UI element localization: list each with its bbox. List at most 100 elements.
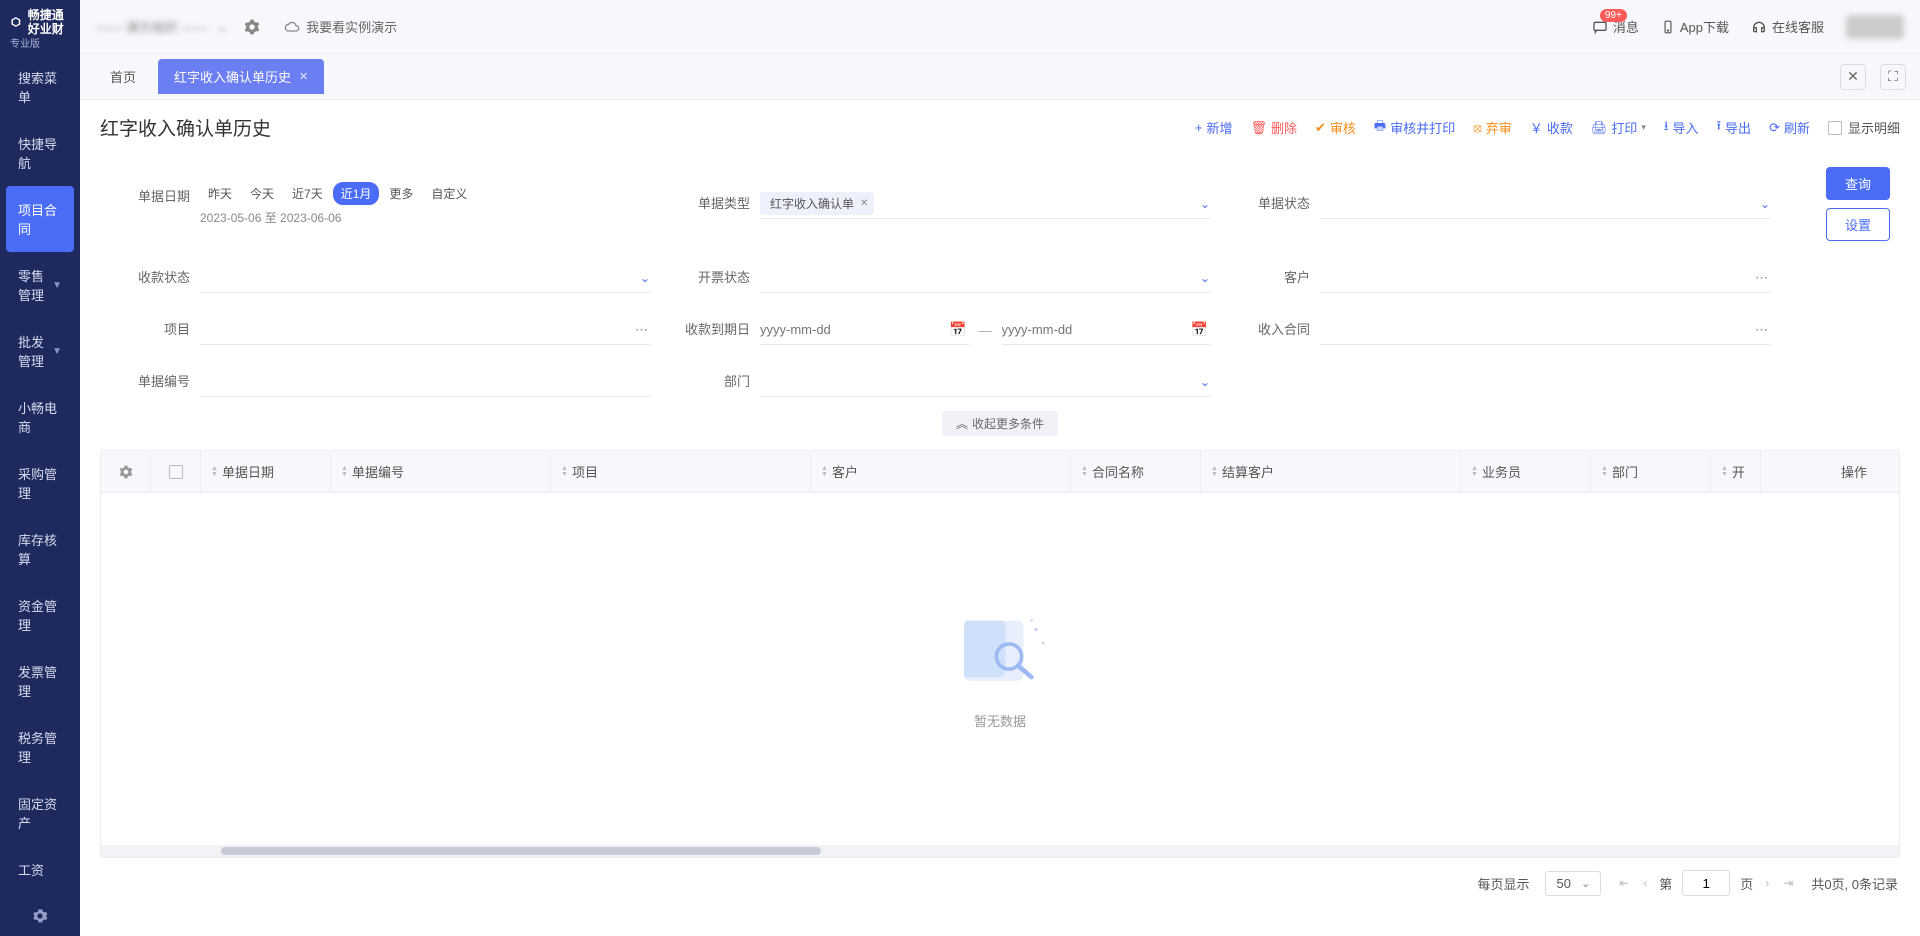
show-detail-checkbox[interactable]: 显示明细 <box>1828 118 1900 137</box>
select-all-checkbox[interactable] <box>151 451 201 492</box>
user-avatar[interactable] <box>1846 15 1904 39</box>
close-all-tabs-button[interactable]: ✕ <box>1840 64 1866 90</box>
table-settings-button[interactable] <box>101 451 151 492</box>
import-button[interactable]: ⭳导入 <box>1664 117 1699 139</box>
side-nav: 搜索菜单快捷导航项目合同零售管理▼批发管理▼小畅电商采购管理库存核算资金管理发票… <box>0 54 80 896</box>
sidebar-item-8[interactable]: 资金管理 <box>0 582 80 648</box>
remove-tag-icon[interactable]: ✕ <box>860 198 868 209</box>
sidebar-item-12[interactable]: 工资 <box>0 846 80 893</box>
sidebar-item-7[interactable]: 库存核算 <box>0 516 80 582</box>
gear-icon[interactable] <box>244 19 260 35</box>
receive-button[interactable]: ￥收款 <box>1530 118 1573 137</box>
tab-0[interactable]: 首页 <box>94 59 152 94</box>
sidebar-item-1[interactable]: 快捷导航 <box>0 120 80 186</box>
per-page-select[interactable]: 50⌄ <box>1545 871 1601 896</box>
recv-status-select[interactable]: ⌄ <box>200 263 650 293</box>
page-input[interactable] <box>1682 870 1730 896</box>
phone-icon <box>1661 20 1675 34</box>
sidebar-item-5[interactable]: 小畅电商 <box>0 384 80 450</box>
col-1[interactable]: ▲▼单据编号 <box>331 451 551 492</box>
audit-print-button[interactable]: 🖶审核并打印 <box>1374 117 1455 139</box>
col-2[interactable]: ▲▼项目 <box>551 451 811 492</box>
table-horizontal-scrollbar[interactable] <box>101 845 1899 857</box>
col-5[interactable]: ▲▼结算客户 <box>1201 451 1461 492</box>
sidebar-item-6[interactable]: 采购管理 <box>0 450 80 516</box>
caret-down-icon: ▼ <box>52 346 62 357</box>
col-6[interactable]: ▲▼业务员 <box>1461 451 1591 492</box>
checkbox-icon <box>1828 121 1842 135</box>
col-4[interactable]: ▲▼合同名称 <box>1071 451 1201 492</box>
date-opt-近1月[interactable]: 近1月 <box>333 182 380 205</box>
tab-1[interactable]: 红字收入确认单历史✕ <box>158 59 324 94</box>
prev-page-button[interactable]: ‹ <box>1641 876 1649 890</box>
new-button[interactable]: +新增 <box>1195 118 1233 137</box>
scrollbar-thumb[interactable] <box>221 847 821 855</box>
support-link[interactable]: 在线客服 <box>1751 17 1824 36</box>
col-partial[interactable]: ▲▼开 <box>1711 451 1761 492</box>
last-page-button[interactable]: ⇥ <box>1781 876 1795 890</box>
doc-status-select[interactable]: ⌄ <box>1320 189 1770 219</box>
sidebar-item-0[interactable]: 搜索菜单 <box>0 54 80 120</box>
chevron-down-icon: ⌄ <box>1200 197 1210 211</box>
sidebar-item-9[interactable]: 发票管理 <box>0 648 80 714</box>
print-button[interactable]: 🖨打印▾ <box>1591 118 1646 137</box>
income-contract-select[interactable]: ⋯ <box>1320 315 1770 345</box>
collapse-filters-button[interactable]: ︽ 收起更多条件 <box>942 411 1058 436</box>
org-selector[interactable]: —— 演示组织 —— ⌄ <box>96 17 228 36</box>
sidebar-item-10[interactable]: 税务管理 <box>0 714 80 780</box>
date-opt-近7天[interactable]: 近7天 <box>284 182 331 205</box>
demo-label: 我要看实例演示 <box>306 17 397 36</box>
cloud-icon <box>284 19 300 35</box>
app-download-link[interactable]: App下载 <box>1661 17 1729 36</box>
delete-button[interactable]: 🗑删除 <box>1250 118 1297 137</box>
recv-due-to-input[interactable] <box>1002 315 1211 345</box>
show-detail-label: 显示明细 <box>1848 118 1900 137</box>
messages-link[interactable]: 99+ 消息 <box>1592 17 1639 36</box>
page-label-post: 页 <box>1740 874 1753 893</box>
doc-no-input[interactable] <box>200 367 650 397</box>
date-opt-今天[interactable]: 今天 <box>242 182 282 205</box>
date-opt-昨天[interactable]: 昨天 <box>200 182 240 205</box>
query-button[interactable]: 查询 <box>1826 167 1890 200</box>
col-0[interactable]: ▲▼单据日期 <box>201 451 331 492</box>
income-contract-label: 收入合同 <box>1230 315 1320 338</box>
sidebar-item-3[interactable]: 零售管理▼ <box>0 252 80 318</box>
calendar-icon[interactable]: 📅 <box>1191 321 1208 338</box>
date-opt-自定义[interactable]: 自定义 <box>423 182 475 205</box>
date-opt-更多[interactable]: 更多 <box>381 182 421 205</box>
refresh-button[interactable]: ⟳刷新 <box>1769 118 1810 137</box>
recv-due-from-input[interactable] <box>760 315 969 345</box>
dept-label: 部门 <box>670 367 760 390</box>
project-select[interactable]: ⋯ <box>200 315 650 345</box>
customer-label: 客户 <box>1230 263 1320 286</box>
invoice-status-select[interactable]: ⌄ <box>760 263 1210 293</box>
headset-icon <box>1751 19 1767 35</box>
customer-select[interactable]: ⋯ <box>1320 263 1770 293</box>
first-page-button[interactable]: ⇤ <box>1617 876 1631 890</box>
sidebar-item-2[interactable]: 项目合同 <box>6 186 74 252</box>
page-title: 红字收入确认单历史 <box>100 114 271 141</box>
chevron-down-icon: ⌄ <box>1200 271 1210 285</box>
page-label-pre: 第 <box>1659 874 1672 893</box>
doc-status-label: 单据状态 <box>1230 189 1320 212</box>
sidebar-item-4[interactable]: 批发管理▼ <box>0 318 80 384</box>
close-tab-icon[interactable]: ✕ <box>299 70 308 83</box>
next-page-button[interactable]: › <box>1763 876 1771 890</box>
sort-icon: ▲▼ <box>341 466 348 478</box>
dept-select[interactable]: ⌄ <box>760 367 1210 397</box>
doc-type-select[interactable]: 红字收入确认单 ✕ ⌄ <box>760 189 1210 219</box>
empty-illustration-icon <box>945 607 1055 697</box>
col-7[interactable]: ▲▼部门 <box>1591 451 1711 492</box>
fullscreen-button[interactable]: ⛶ <box>1880 64 1906 90</box>
sidebar-item-11[interactable]: 固定资产 <box>0 780 80 846</box>
page-header: 红字收入确认单历史 +新增 🗑删除 ✔审核 🖶审核并打印 ⦻弃审 ￥收款 🖨打印… <box>80 100 1920 151</box>
doc-no-label: 单据编号 <box>110 367 200 390</box>
calendar-icon[interactable]: 📅 <box>949 321 966 338</box>
audit-button[interactable]: ✔审核 <box>1315 118 1356 137</box>
demo-link[interactable]: 我要看实例演示 <box>284 17 397 36</box>
settings-icon[interactable] <box>32 908 48 924</box>
filter-settings-button[interactable]: 设置 <box>1826 208 1890 241</box>
col-3[interactable]: ▲▼客户 <box>811 451 1071 492</box>
abandon-button[interactable]: ⦻弃审 <box>1473 118 1512 137</box>
export-button[interactable]: ⭱导出 <box>1716 117 1751 139</box>
